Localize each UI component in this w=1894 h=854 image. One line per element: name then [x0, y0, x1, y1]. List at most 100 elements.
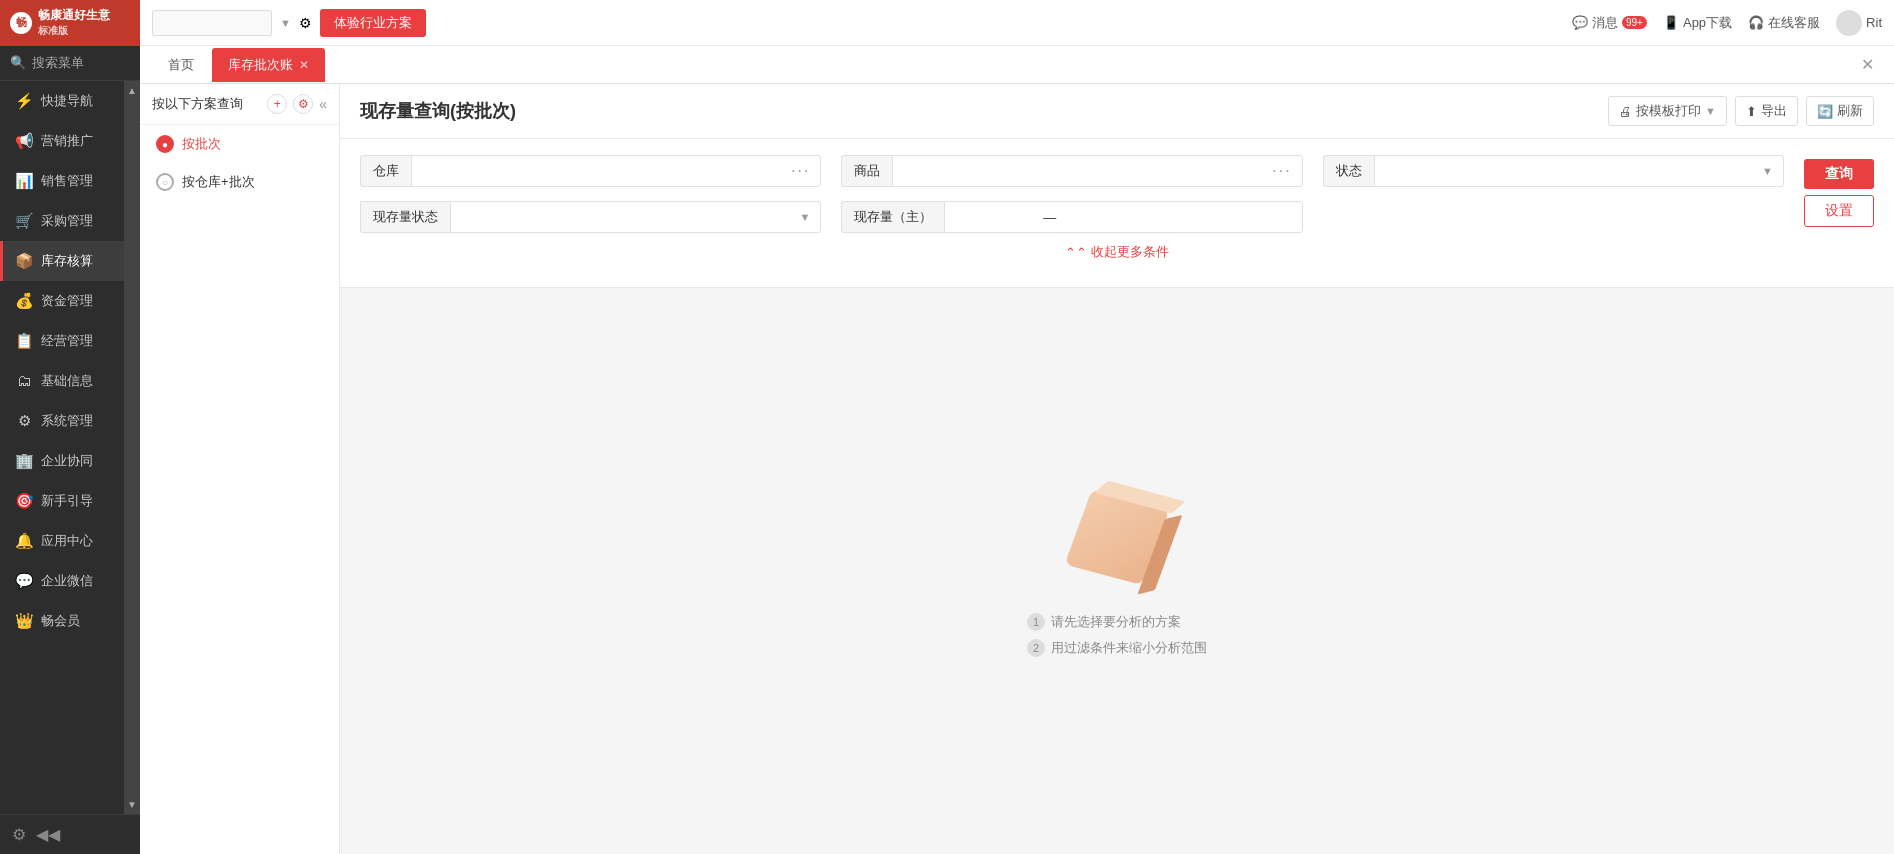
- collapse-sidebar-icon[interactable]: ◀◀: [36, 825, 60, 844]
- user-menu[interactable]: Rit: [1836, 10, 1882, 36]
- sidebar-item-wechat[interactable]: 💬 企业微信: [0, 561, 124, 601]
- scheme-item-by-batch[interactable]: ● 按批次: [140, 125, 339, 163]
- sidebar-item-label: 基础信息: [41, 372, 93, 390]
- scroll-down-icon[interactable]: ▼: [123, 795, 140, 814]
- inventory-qty-to[interactable]: [1064, 210, 1144, 225]
- sidebar-item-purchase[interactable]: 🛒 采购管理: [0, 201, 124, 241]
- sidebar-item-label: 系统管理: [41, 412, 93, 430]
- settings-button[interactable]: 设置: [1804, 195, 1874, 227]
- refresh-label: 刷新: [1837, 102, 1863, 120]
- inventory-status-select[interactable]: ▼: [450, 201, 821, 233]
- print-button[interactable]: 🖨 按模板打印 ▼: [1608, 96, 1727, 126]
- sidebar-item-system[interactable]: ⚙ 系统管理: [0, 401, 124, 441]
- member-icon: 👑: [15, 612, 33, 630]
- warehouse-label: 仓库: [360, 155, 411, 187]
- scheme-item-by-warehouse-batch[interactable]: ○ 按仓库+批次: [140, 163, 339, 201]
- product-dots-icon: ···: [1272, 162, 1291, 180]
- warehouse-input[interactable]: ···: [411, 155, 821, 187]
- sidebar-item-marketing[interactable]: 📢 营销推广: [0, 121, 124, 161]
- phone-icon: 📱: [1663, 15, 1679, 30]
- user-name: Rit: [1866, 15, 1882, 30]
- top-nav-chevron-icon[interactable]: ▼: [280, 17, 291, 29]
- tab-inventory-batch[interactable]: 库存批次账 ✕: [212, 48, 325, 82]
- range-dash: —: [1043, 210, 1056, 225]
- sidebar-item-member[interactable]: 👑 畅会员: [0, 601, 124, 641]
- collapse-conditions-bar[interactable]: ⌃⌃ 收起更多条件: [360, 233, 1874, 271]
- refresh-button[interactable]: 🔄 刷新: [1806, 96, 1874, 126]
- search-icon: 🔍: [10, 55, 26, 70]
- sidebar-scroll-bar[interactable]: ▲ ▼: [124, 81, 140, 814]
- search-label: 搜索菜单: [32, 54, 84, 72]
- sales-icon: 📊: [15, 172, 33, 190]
- scroll-up-icon[interactable]: ▲: [123, 81, 140, 100]
- finance-icon: 💰: [15, 292, 33, 310]
- product-input[interactable]: ···: [892, 155, 1302, 187]
- sidebar-item-app-center[interactable]: 🔔 应用中心: [0, 521, 124, 561]
- content-area: 按以下方案查询 + ⚙ « ● 按批次 ○ 按仓库+批次 现存量查询(按批次): [140, 84, 1894, 854]
- filter-inventory-status: 现存量状态 ▼: [360, 201, 821, 233]
- filter-row-1: 仓库 ··· 商品 ···: [360, 155, 1784, 187]
- add-scheme-button[interactable]: +: [267, 94, 287, 114]
- chevron-up-icon: ⌃⌃: [1065, 245, 1087, 260]
- status-select[interactable]: ▼: [1374, 155, 1784, 187]
- online-service-label: 在线客服: [1768, 14, 1820, 32]
- inventory-qty-range[interactable]: —: [944, 201, 1302, 233]
- sidebar-search[interactable]: 🔍 搜索菜单: [0, 46, 140, 81]
- online-service-button[interactable]: 🎧 在线客服: [1748, 14, 1820, 32]
- tab-home[interactable]: 首页: [152, 48, 210, 82]
- collapse-panel-icon[interactable]: «: [319, 96, 327, 112]
- filter-inventory-qty: 现存量（主） —: [841, 201, 1302, 233]
- collapse-label: 收起更多条件: [1091, 243, 1169, 261]
- empty-cube-shape: [1065, 489, 1170, 585]
- tab-inventory-batch-label: 库存批次账: [228, 56, 293, 74]
- top-nav-gear-icon[interactable]: ⚙: [299, 15, 312, 31]
- inventory-icon: 📦: [15, 252, 33, 270]
- sidebar-item-sales[interactable]: 📊 销售管理: [0, 161, 124, 201]
- query-button[interactable]: 查询: [1804, 159, 1874, 189]
- scheme-inactive-icon: ○: [156, 173, 174, 191]
- top-nav-left: ▼ ⚙ 体验行业方案: [152, 9, 426, 37]
- sidebar-item-base[interactable]: 🗂 基础信息: [0, 361, 124, 401]
- hint-num-2: 2: [1027, 639, 1045, 657]
- top-nav: ▼ ⚙ 体验行业方案 💬 消息 99+ 📱 App下载 🎧 在线客服 Rit: [140, 0, 1894, 46]
- filter-warehouse: 仓库 ···: [360, 155, 821, 187]
- inventory-status-dropdown-icon: ▼: [799, 211, 810, 223]
- app-download-label: App下载: [1683, 14, 1732, 32]
- hint-item-2: 2 用过滤条件来缩小分析范围: [1027, 639, 1207, 657]
- sidebar-item-guide[interactable]: 🎯 新手引导: [0, 481, 124, 521]
- status-label: 状态: [1323, 155, 1374, 187]
- tab-close-all-icon[interactable]: ✕: [1853, 55, 1882, 74]
- left-panel-header: 按以下方案查询 + ⚙ «: [140, 84, 339, 125]
- sidebar-item-inventory[interactable]: 📦 库存核算: [0, 241, 124, 281]
- empty-hints: 1 请先选择要分析的方案 2 用过滤条件来缩小分析范围: [1027, 613, 1207, 665]
- app-download-button[interactable]: 📱 App下载: [1663, 14, 1732, 32]
- settings-scheme-button[interactable]: ⚙: [293, 94, 313, 114]
- inventory-qty-from[interactable]: [955, 210, 1035, 225]
- empty-state: 1 请先选择要分析的方案 2 用过滤条件来缩小分析范围: [340, 288, 1894, 854]
- tab-bar: 首页 库存批次账 ✕ ✕: [140, 46, 1894, 84]
- sidebar-item-enterprise[interactable]: 🏢 企业协同: [0, 441, 124, 481]
- export-button[interactable]: ⬆ 导出: [1735, 96, 1798, 126]
- hint-item-1: 1 请先选择要分析的方案: [1027, 613, 1207, 631]
- tab-close-icon[interactable]: ✕: [299, 58, 309, 72]
- sidebar-item-operations[interactable]: 📋 经营管理: [0, 321, 124, 361]
- sidebar-item-quick-nav[interactable]: ⚡ 快捷导航: [0, 81, 124, 121]
- message-icon: 💬: [1572, 15, 1588, 30]
- export-label: 导出: [1761, 102, 1787, 120]
- print-dropdown-icon[interactable]: ▼: [1705, 105, 1716, 117]
- empty-illustration: [1057, 477, 1177, 597]
- message-button[interactable]: 💬 消息 99+: [1572, 14, 1647, 32]
- inventory-qty-label: 现存量（主）: [841, 201, 944, 233]
- main-area: ▼ ⚙ 体验行业方案 💬 消息 99+ 📱 App下载 🎧 在线客服 Rit: [140, 0, 1894, 854]
- sidebar-item-label: 企业微信: [41, 572, 93, 590]
- top-search-input[interactable]: [152, 10, 272, 36]
- guide-icon: 🎯: [15, 492, 33, 510]
- product-label: 商品: [841, 155, 892, 187]
- try-industry-button[interactable]: 体验行业方案: [320, 9, 426, 37]
- sidebar-item-label: 资金管理: [41, 292, 93, 310]
- settings-icon[interactable]: ⚙: [12, 825, 26, 844]
- filter-area: 仓库 ··· 商品 ···: [340, 139, 1894, 288]
- sidebar-bottom: ⚙ ◀◀: [0, 814, 140, 854]
- sidebar-item-finance[interactable]: 💰 资金管理: [0, 281, 124, 321]
- app-logo: 畅: [10, 12, 32, 34]
